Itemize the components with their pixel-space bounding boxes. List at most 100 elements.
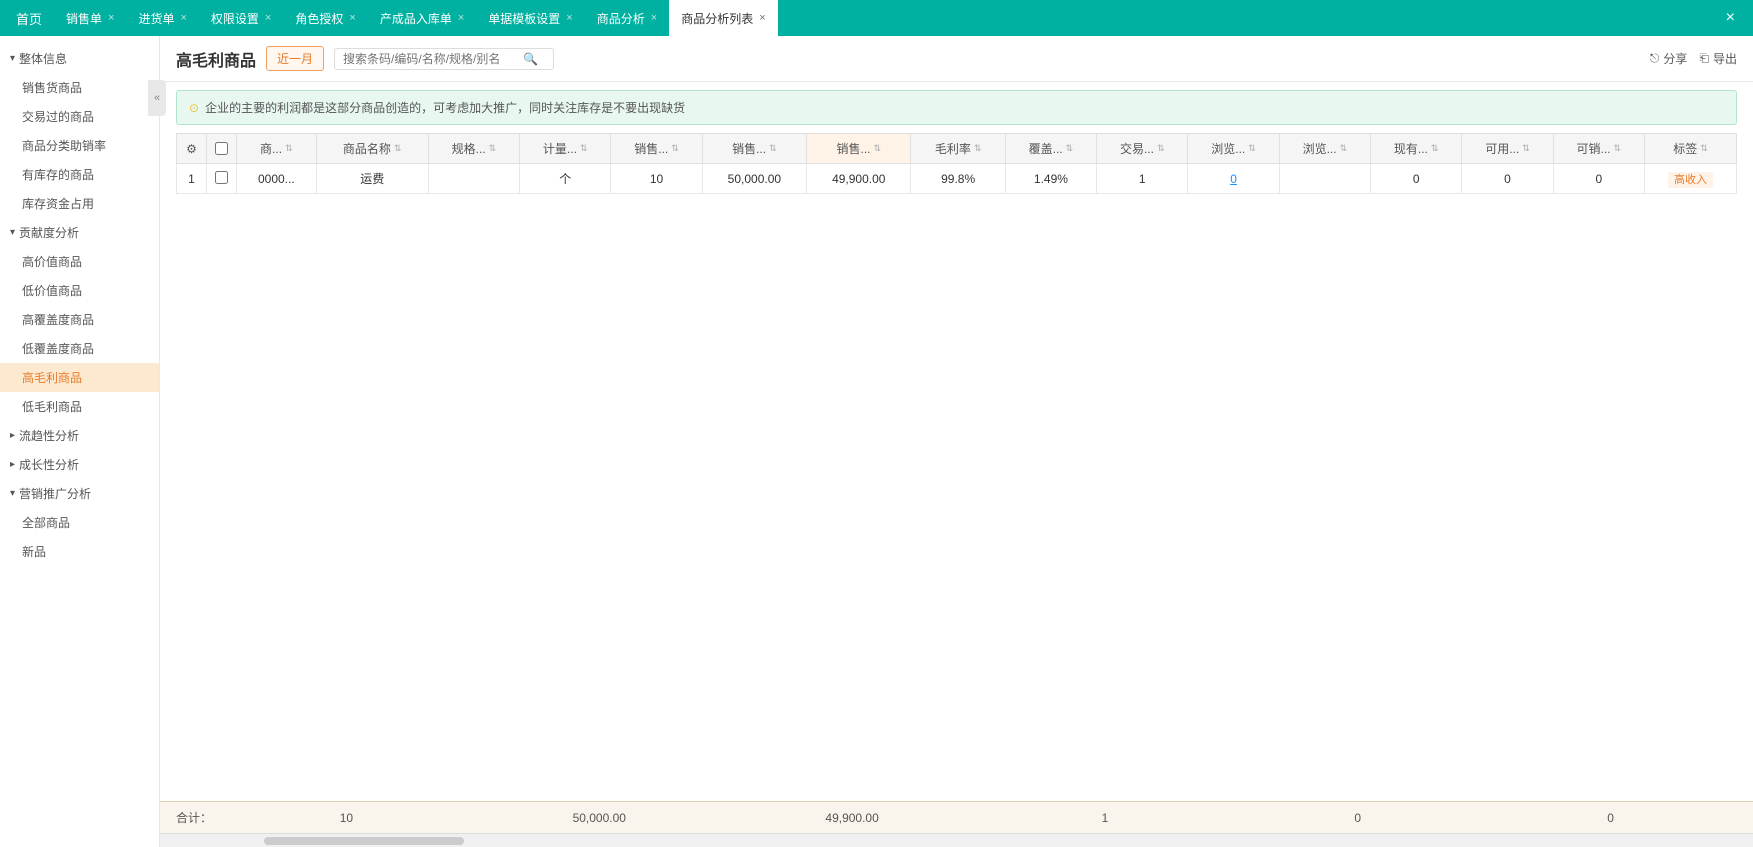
nav-permission[interactable]: 权限设置 ×: [199, 0, 283, 36]
cell-view1[interactable]: 0: [1188, 164, 1279, 194]
sidebar-item-new-goods[interactable]: 新品: [0, 537, 159, 566]
horizontal-scrollbar[interactable]: [160, 833, 1753, 847]
sidebar-item-sales-goods[interactable]: 销售货商品: [0, 73, 159, 102]
close-template-tab[interactable]: ×: [566, 12, 572, 24]
sort-icon-sale-amount: ⇅: [769, 143, 777, 154]
row-checkbox[interactable]: [215, 171, 228, 184]
sidebar-item-traded-goods[interactable]: 交易过的商品: [0, 102, 159, 131]
export-button[interactable]: ⎗ 导出: [1699, 50, 1737, 67]
nav-home[interactable]: 首页: [4, 0, 54, 36]
col-sale-amount[interactable]: 销售...⇅: [702, 134, 806, 164]
main-layout: ▾ 整体信息 销售货商品 交易过的商品 商品分类助销率 有库存的商品 库存资金占…: [0, 36, 1753, 847]
cell-saleable: 0: [1553, 164, 1644, 194]
cell-sale-profit: 49,900.00: [807, 164, 911, 194]
sidebar-group-contribution[interactable]: ▾ 贡献度分析: [0, 218, 159, 247]
col-sale-qty[interactable]: 销售...⇅: [611, 134, 702, 164]
sidebar-collapse-button[interactable]: «: [148, 80, 166, 116]
sidebar-item-low-value[interactable]: 低价值商品: [0, 276, 159, 305]
arrow-down-icon: ▾: [10, 53, 15, 64]
footer-values: 10 50,000.00 49,900.00 1 0 0: [220, 811, 1737, 825]
close-product-analysis-tab[interactable]: ×: [651, 12, 657, 24]
sidebar-item-stock-capital[interactable]: 库存资金占用: [0, 189, 159, 218]
sort-icon-spec: ⇅: [489, 143, 497, 154]
col-current[interactable]: 现有...⇅: [1371, 134, 1462, 164]
cell-coverage: 1.49%: [1005, 164, 1096, 194]
col-tag[interactable]: 标签⇅: [1644, 134, 1736, 164]
close-sales-tab[interactable]: ×: [108, 12, 114, 24]
search-input[interactable]: [343, 52, 523, 66]
footer-sale-profit: 49,900.00: [726, 811, 979, 825]
nav-product-analysis-list[interactable]: 商品分析列表 ×: [669, 0, 777, 36]
close-product-analysis-list-tab[interactable]: ×: [759, 12, 765, 24]
sidebar-item-category-rate[interactable]: 商品分类助销率: [0, 131, 159, 160]
col-unit[interactable]: 计量...⇅: [520, 134, 611, 164]
window-close-button[interactable]: ×: [1712, 9, 1749, 27]
col-name[interactable]: 商品名称⇅: [316, 134, 428, 164]
sidebar-group-growth[interactable]: ▸ 成长性分析: [0, 450, 159, 479]
col-sale-profit[interactable]: 销售...⇅: [807, 134, 911, 164]
sidebar-group-trend[interactable]: ▸ 流趋性分析: [0, 421, 159, 450]
sort-icon-code: ⇅: [285, 143, 293, 154]
filter-recent-month-button[interactable]: 近一月: [266, 46, 324, 71]
cell-checkbox[interactable]: [207, 164, 237, 194]
col-spec[interactable]: 规格...⇅: [428, 134, 519, 164]
sort-icon-gross-rate: ⇅: [974, 143, 982, 154]
sidebar-item-low-coverage[interactable]: 低覆盖度商品: [0, 334, 159, 363]
col-coverage[interactable]: 覆盖...⇅: [1005, 134, 1096, 164]
sort-icon-trade-count: ⇅: [1157, 143, 1165, 154]
close-product-inbound-tab[interactable]: ×: [458, 12, 464, 24]
nav-role[interactable]: 角色授权 ×: [283, 0, 367, 36]
cell-trade-count: 1: [1097, 164, 1188, 194]
data-table: ⚙ 商...⇅ 商品名称⇅ 规格...⇅: [176, 133, 1737, 194]
col-gross-rate[interactable]: 毛利率⇅: [911, 134, 1005, 164]
sort-icon-current: ⇅: [1431, 143, 1439, 154]
sort-icon-tag: ⇅: [1700, 143, 1708, 154]
close-role-tab[interactable]: ×: [349, 12, 355, 24]
cell-code: 0000...: [237, 164, 317, 194]
page-title: 高毛利商品: [176, 47, 256, 71]
sidebar-group-marketing[interactable]: ▾ 营销推广分析: [0, 479, 159, 508]
table-header-row: ⚙ 商...⇅ 商品名称⇅ 规格...⇅: [177, 134, 1737, 164]
sidebar-item-low-margin[interactable]: 低毛利商品: [0, 392, 159, 421]
nav-product-inbound[interactable]: 产成品入库单 ×: [368, 0, 476, 36]
share-icon: ⎋: [1650, 51, 1660, 66]
close-permission-tab[interactable]: ×: [265, 12, 271, 24]
sidebar-item-in-stock-goods[interactable]: 有库存的商品: [0, 160, 159, 189]
close-purchase-tab[interactable]: ×: [180, 12, 186, 24]
search-box: 🔍: [334, 48, 554, 70]
col-view2[interactable]: 浏览...⇅: [1279, 134, 1370, 164]
sort-icon-sale-profit: ⇅: [874, 143, 882, 154]
arrow-right-icon-2: ▸: [10, 459, 15, 470]
table-row: 1 0000... 运费 个 10 50,000.00 49,900.00 99…: [177, 164, 1737, 194]
sidebar-group-overall[interactable]: ▾ 整体信息: [0, 44, 159, 73]
nav-purchase[interactable]: 进货单 ×: [126, 0, 198, 36]
table-container: ⚙ 商...⇅ 商品名称⇅ 规格...⇅: [160, 133, 1753, 801]
col-trade-count[interactable]: 交易...⇅: [1097, 134, 1188, 164]
sidebar-item-high-value[interactable]: 高价值商品: [0, 247, 159, 276]
footer-trade-count: 1: [979, 811, 1232, 825]
col-view1[interactable]: 浏览...⇅: [1188, 134, 1279, 164]
sidebar-item-high-coverage[interactable]: 高覆盖度商品: [0, 305, 159, 334]
arrow-right-icon: ▸: [10, 430, 15, 441]
col-settings[interactable]: ⚙: [177, 134, 207, 164]
select-all-checkbox[interactable]: [215, 142, 228, 155]
nav-product-analysis[interactable]: 商品分析 ×: [585, 0, 669, 36]
footer-label: 合计：: [176, 809, 212, 826]
cell-sale-qty: 10: [611, 164, 702, 194]
scroll-thumb[interactable]: [264, 837, 464, 845]
cell-tag: 高收入: [1644, 164, 1736, 194]
share-button[interactable]: ⎋ 分享: [1650, 50, 1688, 67]
cell-current: 0: [1371, 164, 1462, 194]
col-available[interactable]: 可用...⇅: [1462, 134, 1553, 164]
col-checkbox[interactable]: [207, 134, 237, 164]
search-icon[interactable]: 🔍: [523, 52, 538, 66]
cell-sale-amount: 50,000.00: [702, 164, 806, 194]
sidebar-item-high-margin[interactable]: 高毛利商品: [0, 363, 159, 392]
col-saleable[interactable]: 可销...⇅: [1553, 134, 1644, 164]
col-code[interactable]: 商...⇅: [237, 134, 317, 164]
sidebar-item-all-goods[interactable]: 全部商品: [0, 508, 159, 537]
nav-sales[interactable]: 销售单 ×: [54, 0, 126, 36]
nav-template[interactable]: 单据模板设置 ×: [476, 0, 584, 36]
export-icon: ⎗: [1699, 51, 1709, 66]
header-actions: ⎋ 分享 ⎗ 导出: [1650, 50, 1737, 67]
